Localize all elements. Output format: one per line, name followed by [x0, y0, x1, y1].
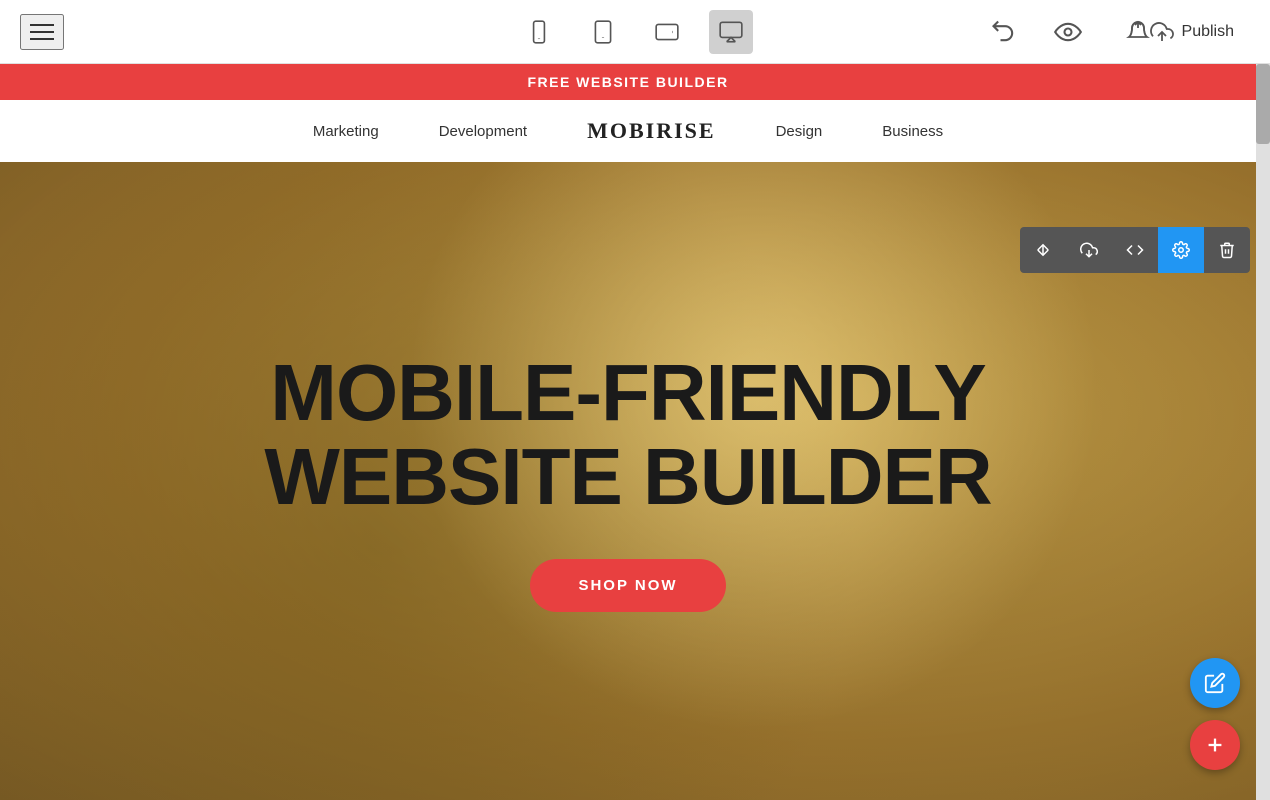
promo-banner-text: FREE WEBSITE BUILDER — [527, 74, 728, 90]
section-code-button[interactable] — [1112, 227, 1158, 273]
promo-banner: FREE WEBSITE BUILDER — [0, 64, 1256, 100]
scrollbar[interactable] — [1256, 64, 1270, 800]
desktop-view-button[interactable] — [709, 10, 753, 54]
section-settings-button[interactable] — [1158, 227, 1204, 273]
scrollbar-thumb[interactable] — [1256, 64, 1270, 144]
section-delete-button[interactable] — [1204, 227, 1250, 273]
section-save-button[interactable] — [1066, 227, 1112, 273]
publish-label: Publish — [1182, 23, 1234, 41]
nav-item-design[interactable]: Design — [776, 123, 823, 140]
hero-cta-button[interactable]: SHOP NOW — [530, 559, 725, 612]
toolbar-left — [20, 14, 64, 50]
mobile-view-button[interactable] — [517, 10, 561, 54]
site-nav: Marketing Development MOBIRISE Design Bu… — [0, 100, 1256, 162]
site-logo: MOBIRISE — [587, 118, 715, 144]
device-switcher — [517, 10, 753, 54]
tablet-view-button[interactable] — [581, 10, 625, 54]
top-toolbar: Publish — [0, 0, 1270, 64]
section-toolbar — [1020, 227, 1250, 273]
fab-area — [1190, 658, 1240, 770]
hero-title: MOBILE-FRIENDLY WEBSITE BUILDER — [264, 351, 991, 519]
fab-edit-button[interactable] — [1190, 658, 1240, 708]
nav-item-development[interactable]: Development — [439, 123, 527, 140]
canvas-wrapper: FREE WEBSITE BUILDER Marketing Developme… — [0, 64, 1270, 800]
hero-content: MOBILE-FRIENDLY WEBSITE BUILDER SHOP NOW — [224, 351, 1031, 612]
hamburger-menu-button[interactable] — [20, 14, 64, 50]
tablet-landscape-view-button[interactable] — [645, 10, 689, 54]
nav-item-marketing[interactable]: Marketing — [313, 123, 379, 140]
website-preview: FREE WEBSITE BUILDER Marketing Developme… — [0, 64, 1256, 800]
section-move-button[interactable] — [1020, 227, 1066, 273]
hero-title-line2: WEBSITE BUILDER — [264, 432, 991, 521]
fab-add-button[interactable] — [1190, 720, 1240, 770]
publish-button[interactable]: Publish — [1110, 12, 1250, 52]
undo-button[interactable] — [982, 10, 1026, 54]
preview-button[interactable] — [1046, 10, 1090, 54]
nav-item-business[interactable]: Business — [882, 123, 943, 140]
toolbar-right: Publish — [982, 10, 1250, 54]
hero-title-line1: MOBILE-FRIENDLY — [270, 348, 985, 437]
